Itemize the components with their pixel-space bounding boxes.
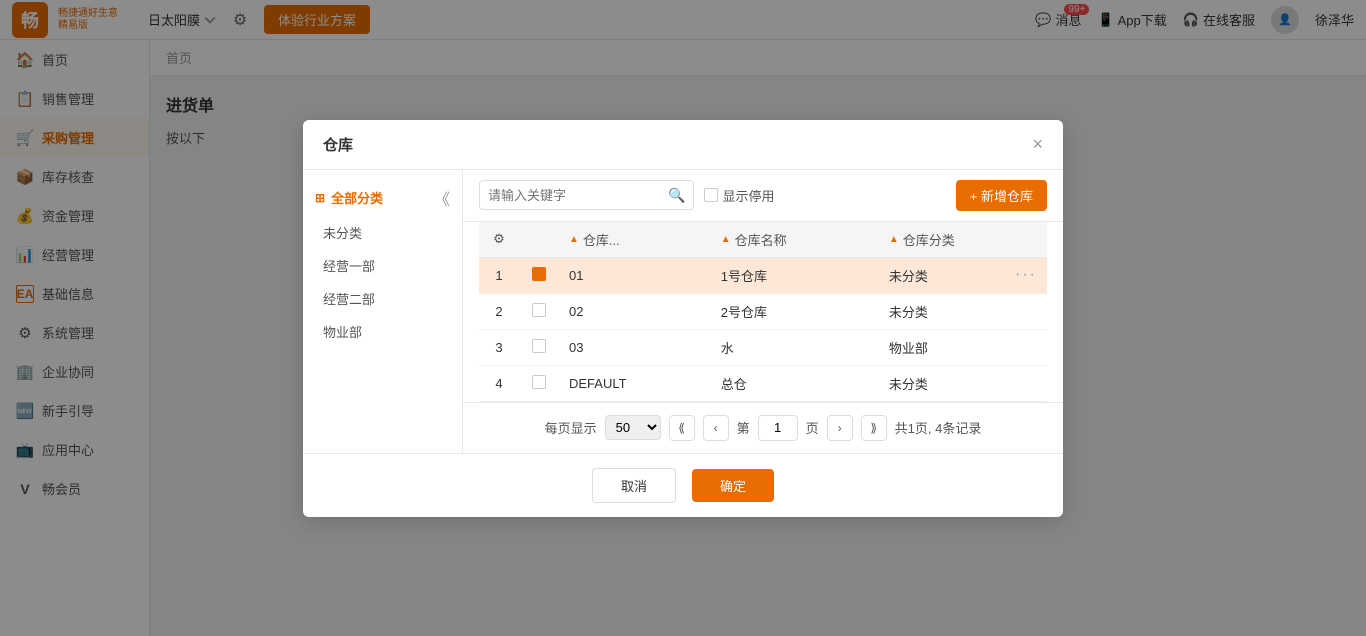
row-num: 1 — [479, 257, 519, 293]
warehouse-list-panel: 🔍 显示停用 + 新增仓库 ⚙ — [463, 170, 1063, 453]
table-header-row: ⚙ ▲ 仓库... ▲ — [479, 222, 1047, 258]
col-check — [519, 222, 559, 258]
row-code: 02 — [559, 293, 711, 329]
row-num: 4 — [479, 365, 519, 401]
sort-icon: ▲ — [569, 234, 579, 245]
show-disabled-checkbox-label[interactable]: 显示停用 — [704, 186, 774, 205]
row-checkbox[interactable] — [519, 293, 559, 329]
modal-footer: 取消 确定 — [303, 453, 1063, 517]
row-name: 总仓 — [711, 365, 879, 401]
col-category-header[interactable]: ▲ 仓库分类 — [879, 222, 1047, 258]
cancel-button[interactable]: 取消 — [592, 468, 676, 503]
category-item-property[interactable]: 物业部 — [303, 315, 462, 348]
category-item-ops1[interactable]: 经营一部 — [303, 249, 462, 282]
modal-body: ⊞ 全部分类 《 未分类 经营一部 经营二部 物业部 🔍 — [303, 170, 1063, 453]
table-row[interactable]: 4 DEFAULT 总仓 未分类 — [479, 365, 1047, 401]
row-category: 物业部 — [879, 330, 1047, 365]
page-label: 第 — [737, 418, 750, 437]
total-info: 共1页, 4条记录 — [895, 418, 982, 437]
row-num: 2 — [479, 293, 519, 329]
col-gear: ⚙ — [479, 222, 519, 258]
warehouse-table-wrap: ⚙ ▲ 仓库... ▲ — [463, 222, 1063, 402]
row-code: 03 — [559, 329, 711, 365]
modal-header: 仓库 × — [303, 120, 1063, 170]
modal-close-button[interactable]: × — [1032, 135, 1043, 153]
row-checkbox[interactable] — [519, 257, 559, 293]
col-name-header[interactable]: ▲ 仓库名称 — [711, 222, 879, 258]
warehouse-modal: 仓库 × ⊞ 全部分类 《 未分类 经营一部 经营二部 物业部 — [303, 120, 1063, 517]
row-checkbox[interactable] — [519, 365, 559, 401]
grid-icon: ⊞ — [315, 191, 325, 205]
category-item-ops2[interactable]: 经营二部 — [303, 282, 462, 315]
modal-title: 仓库 — [323, 134, 353, 155]
row-category: 未分类 — [879, 366, 1047, 401]
next-page-button[interactable]: › — [827, 415, 853, 441]
row-num: 3 — [479, 329, 519, 365]
modal-overlay[interactable]: 仓库 × ⊞ 全部分类 《 未分类 经营一部 经营二部 物业部 — [0, 0, 1366, 636]
all-categories-button[interactable]: ⊞ 全部分类 — [315, 188, 383, 207]
table-row[interactable]: 2 02 2号仓库 未分类 — [479, 293, 1047, 329]
per-page-select[interactable]: 50 10 20 100 — [605, 415, 661, 440]
page-number-input[interactable] — [758, 415, 798, 441]
add-warehouse-button[interactable]: + 新增仓库 — [956, 180, 1047, 211]
row-name: 1号仓库 — [711, 257, 879, 293]
collapse-button[interactable]: 《 — [434, 186, 450, 210]
page-unit: 页 — [806, 418, 819, 437]
table-row[interactable]: 1 01 1号仓库 未分类 ··· — [479, 257, 1047, 293]
row-name: 水 — [711, 329, 879, 365]
category-panel-header: ⊞ 全部分类 《 — [303, 180, 462, 216]
category-panel: ⊞ 全部分类 《 未分类 经营一部 经营二部 物业部 — [303, 170, 463, 453]
row-category: 未分类 ··· — [879, 258, 1047, 293]
row-code: 01 — [559, 257, 711, 293]
sort-icon2: ▲ — [721, 234, 731, 245]
warehouse-table: ⚙ ▲ 仓库... ▲ — [479, 222, 1047, 402]
search-input[interactable] — [480, 188, 660, 203]
category-item-unclassified[interactable]: 未分类 — [303, 216, 462, 249]
show-disabled-checkbox[interactable] — [704, 188, 718, 202]
list-toolbar: 🔍 显示停用 + 新增仓库 — [463, 170, 1063, 222]
last-page-button[interactable]: ⟫ — [861, 415, 887, 441]
first-page-button[interactable]: ⟪ — [669, 415, 695, 441]
search-button[interactable]: 🔍 — [660, 187, 693, 204]
table-row[interactable]: 3 03 水 物业部 — [479, 329, 1047, 365]
row-code: DEFAULT — [559, 365, 711, 401]
col-code-header[interactable]: ▲ 仓库... — [559, 222, 711, 258]
row-actions[interactable]: ··· — [1015, 266, 1037, 284]
search-box: 🔍 — [479, 180, 694, 210]
row-category: 未分类 — [879, 294, 1047, 329]
pagination: 每页显示 50 10 20 100 ⟪ ‹ 第 页 › ⟫ 共1页, 4条记录 — [463, 402, 1063, 453]
per-page-label: 每页显示 — [545, 418, 597, 437]
prev-page-button[interactable]: ‹ — [703, 415, 729, 441]
row-name: 2号仓库 — [711, 293, 879, 329]
confirm-button[interactable]: 确定 — [692, 469, 774, 502]
row-checkbox[interactable] — [519, 329, 559, 365]
sort-icon3: ▲ — [889, 234, 899, 245]
